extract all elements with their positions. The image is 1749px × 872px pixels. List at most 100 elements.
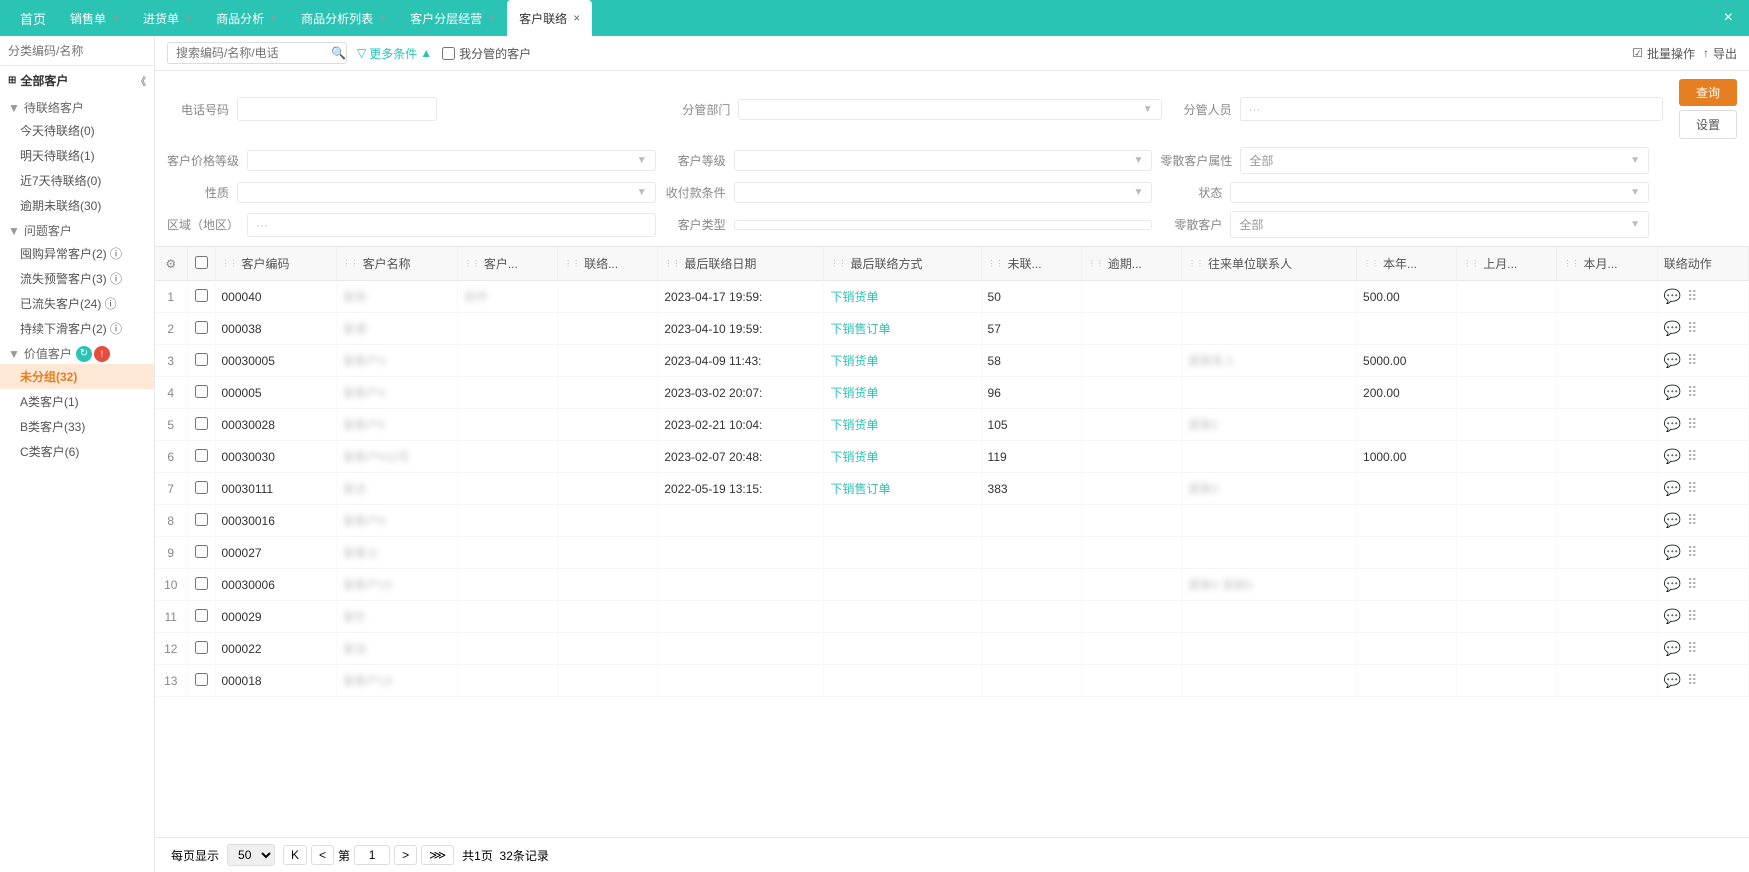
- phone-input[interactable]: [237, 97, 437, 121]
- last-contact-way-link[interactable]: 下销货单: [830, 450, 878, 464]
- chat-icon[interactable]: 💬: [1664, 352, 1681, 369]
- last-contact-way-link[interactable]: 下销货单: [830, 354, 878, 368]
- manager-select[interactable]: ···: [1240, 97, 1663, 121]
- main-search-input[interactable]: [176, 46, 331, 60]
- scatter-customer-select[interactable]: 全部 ▼: [1230, 211, 1649, 238]
- apps-icon[interactable]: ⠿: [1687, 416, 1697, 433]
- pending-group-label[interactable]: ▼ 待联络客户: [0, 95, 154, 118]
- row-checkbox[interactable]: [195, 545, 208, 558]
- sidebar-item-class-c[interactable]: C类客户(6): [0, 439, 154, 464]
- row-checkbox[interactable]: [195, 673, 208, 686]
- region-select[interactable]: ···: [247, 213, 656, 237]
- last-contact-way-link[interactable]: 下销货单: [830, 386, 878, 400]
- chat-icon[interactable]: 💬: [1664, 640, 1681, 657]
- close-tab-product-analysis[interactable]: ×: [270, 11, 277, 25]
- chat-icon[interactable]: 💬: [1664, 608, 1681, 625]
- chat-icon[interactable]: 💬: [1664, 576, 1681, 593]
- select-all-checkbox[interactable]: [195, 256, 208, 269]
- batch-op-btn[interactable]: ☑ 批量操作: [1632, 45, 1695, 62]
- tab-customer-layer[interactable]: 客户分层经营 ×: [398, 0, 507, 36]
- last-contact-way-link[interactable]: 下销货单: [830, 290, 878, 304]
- sidebar-item-tomorrow[interactable]: 明天待联络(1): [0, 143, 154, 168]
- problem-group-label[interactable]: ▼ 问题客户: [0, 218, 154, 241]
- export-btn[interactable]: ↑ 导出: [1703, 45, 1737, 62]
- apps-icon[interactable]: ⠿: [1687, 576, 1697, 593]
- payment-select[interactable]: ▼: [734, 182, 1153, 203]
- row-checkbox[interactable]: [195, 385, 208, 398]
- price-level-select[interactable]: ▼: [247, 150, 656, 171]
- sidebar-item-class-b[interactable]: B类客户(33): [0, 414, 154, 439]
- apps-icon[interactable]: ⠿: [1687, 544, 1697, 561]
- apps-icon[interactable]: ⠿: [1687, 640, 1697, 657]
- reset-button[interactable]: 设置: [1679, 110, 1737, 139]
- close-tab-sales[interactable]: ×: [112, 11, 119, 25]
- customer-type-select[interactable]: [734, 220, 1153, 230]
- sidebar-item-overdue[interactable]: 逾期未联络(30): [0, 193, 154, 218]
- refresh-icon[interactable]: ↻: [76, 346, 92, 362]
- prev-page-btn[interactable]: <: [311, 845, 334, 865]
- sidebar-item-class-a[interactable]: A类客户(1): [0, 389, 154, 414]
- apps-icon[interactable]: ⠿: [1687, 480, 1697, 497]
- chat-icon[interactable]: 💬: [1664, 416, 1681, 433]
- apps-icon[interactable]: ⠿: [1687, 672, 1697, 689]
- row-checkbox[interactable]: [195, 289, 208, 302]
- next-page-btn[interactable]: >: [394, 845, 417, 865]
- last-contact-way-link[interactable]: 下销售订单: [830, 482, 890, 496]
- last-contact-way-link[interactable]: 下销售订单: [830, 322, 890, 336]
- row-checkbox[interactable]: [195, 353, 208, 366]
- tab-purchase[interactable]: 进货单 ×: [131, 0, 204, 36]
- nature-select[interactable]: ▼: [237, 182, 656, 203]
- main-search-icon[interactable]: 🔍: [331, 46, 346, 60]
- query-button[interactable]: 查询: [1679, 79, 1737, 106]
- all-customers-header[interactable]: ⊞ 全部客户 《: [0, 66, 154, 95]
- sidebar-search-input[interactable]: [8, 44, 155, 58]
- home-tab[interactable]: 首页: [8, 9, 58, 28]
- settings-icon[interactable]: ⚙: [165, 257, 176, 271]
- apps-icon[interactable]: ⠿: [1687, 288, 1697, 305]
- more-conditions-btn[interactable]: ▽ 更多条件 ▲: [357, 45, 432, 62]
- apps-icon[interactable]: ⠿: [1687, 320, 1697, 337]
- chat-icon[interactable]: 💬: [1664, 672, 1681, 689]
- apps-icon[interactable]: ⠿: [1687, 352, 1697, 369]
- tab-customer-contact[interactable]: 客户联络 ×: [507, 0, 592, 36]
- apps-icon[interactable]: ⠿: [1687, 608, 1697, 625]
- sidebar-item-lost[interactable]: 已流失客户(24) ⓘ: [0, 291, 154, 316]
- tab-product-list[interactable]: 商品分析列表 ×: [289, 0, 398, 36]
- scatter-attr-select[interactable]: 全部 ▼: [1240, 147, 1649, 174]
- my-customers-checkbox[interactable]: [442, 47, 455, 60]
- tab-product-analysis[interactable]: 商品分析 ×: [204, 0, 289, 36]
- close-tab-customer-layer[interactable]: ×: [488, 11, 495, 25]
- chat-icon[interactable]: 💬: [1664, 320, 1681, 337]
- close-tab-purchase[interactable]: ×: [185, 11, 192, 25]
- row-checkbox[interactable]: [195, 417, 208, 430]
- chat-icon[interactable]: 💬: [1664, 544, 1681, 561]
- first-page-btn[interactable]: K: [283, 845, 307, 865]
- row-checkbox[interactable]: [195, 449, 208, 462]
- sidebar-item-abnormal[interactable]: 囤购异常客户(2) ⓘ: [0, 241, 154, 266]
- sidebar-item-7days[interactable]: 近7天待联络(0): [0, 168, 154, 193]
- page-input[interactable]: [354, 845, 390, 865]
- page-size-select[interactable]: 50: [227, 844, 275, 866]
- close-tab-product-list[interactable]: ×: [379, 11, 386, 25]
- sidebar-item-declining[interactable]: 持续下滑客户(2) ⓘ: [0, 316, 154, 341]
- chat-icon[interactable]: 💬: [1664, 448, 1681, 465]
- dept-select[interactable]: ▼: [738, 99, 1161, 120]
- chat-icon[interactable]: 💬: [1664, 384, 1681, 401]
- apps-icon[interactable]: ⠿: [1687, 384, 1697, 401]
- row-checkbox[interactable]: [195, 577, 208, 590]
- last-page-btn[interactable]: ⋙: [421, 845, 454, 865]
- row-checkbox[interactable]: [195, 481, 208, 494]
- chat-icon[interactable]: 💬: [1664, 512, 1681, 529]
- tab-sales[interactable]: 销售单 ×: [58, 0, 131, 36]
- customer-level-select[interactable]: ▼: [734, 150, 1153, 171]
- close-window[interactable]: ×: [1716, 9, 1741, 27]
- sidebar-item-ungrouped[interactable]: 未分组(32): [0, 364, 154, 389]
- my-customers-checkbox-label[interactable]: 我分管的客户: [442, 45, 531, 62]
- last-contact-way-link[interactable]: 下销货单: [830, 418, 878, 432]
- collapse-icon[interactable]: 《: [136, 73, 146, 88]
- value-group-label[interactable]: ▼ 价值客户 ↻ !: [0, 341, 154, 364]
- apps-icon[interactable]: ⠿: [1687, 448, 1697, 465]
- row-checkbox[interactable]: [195, 513, 208, 526]
- row-checkbox[interactable]: [195, 641, 208, 654]
- chat-icon[interactable]: 💬: [1664, 480, 1681, 497]
